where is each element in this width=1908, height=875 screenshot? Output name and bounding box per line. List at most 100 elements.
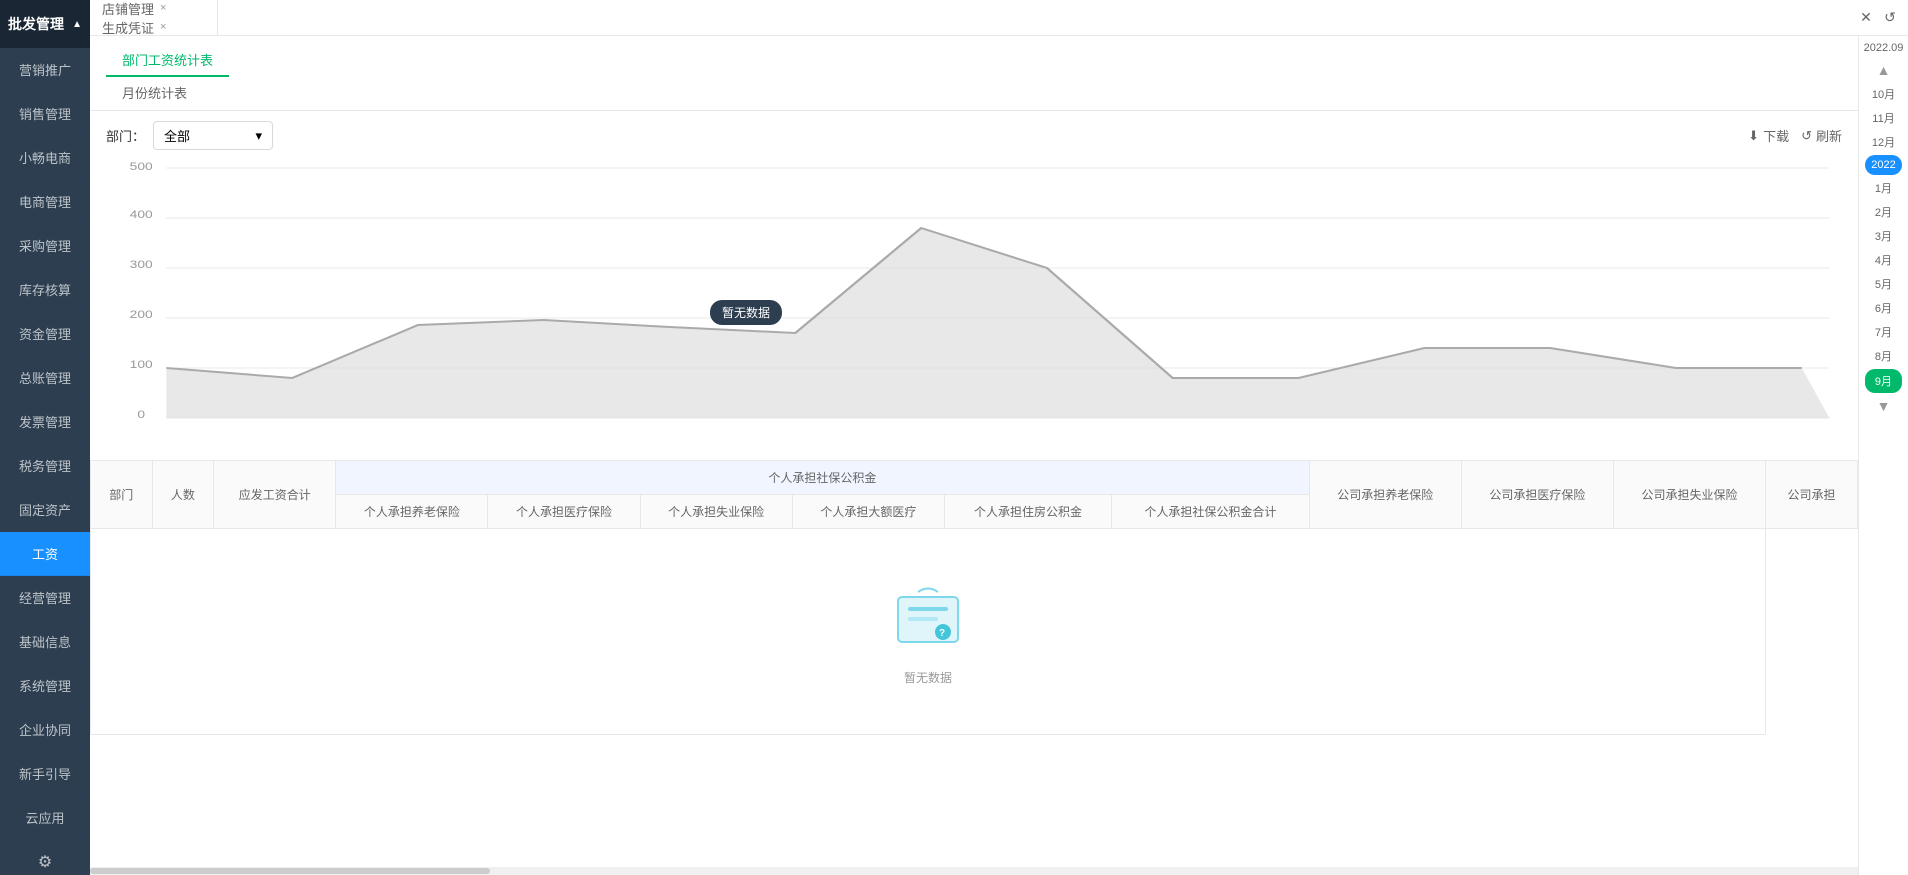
col-total-salary: 应发工资合计 [214, 461, 336, 529]
refresh-btn[interactable]: ↺ 刷新 [1801, 126, 1842, 145]
col-department: 部门 [91, 461, 153, 529]
tab-items: 首页门店商品目录×销售单×店铺管理×生成凭证×应收应付调整单×工资表×工资统计报… [90, 0, 218, 36]
sidebar-item-企业协同[interactable]: 企业协同 [0, 708, 90, 752]
sidebar-item-资金管理[interactable]: 资金管理 [0, 312, 90, 356]
department-label: 部门： [106, 126, 145, 145]
toolbar: 部门： 全部 ▾ ⬇ 下载 ↺ 刷新 [90, 111, 1858, 160]
col-personal-total: 个人承担社保公积金合计 [1112, 495, 1309, 529]
timeline-item-4月[interactable]: 4月 [1861, 248, 1905, 272]
sidebar-item-云应用[interactable]: 云应用 [0, 796, 90, 840]
tab-close-btn[interactable]: × [160, 21, 166, 33]
tab-label: 店铺管理 [102, 0, 154, 18]
scroll-thumb [90, 868, 490, 874]
sidebar-item-新手引导[interactable]: 新手引导 [0, 752, 90, 796]
sidebar-item-工资[interactable]: 工资 [0, 532, 90, 576]
sidebar-item-电商管理[interactable]: 电商管理 [0, 180, 90, 224]
svg-text:200: 200 [130, 308, 153, 320]
sidebar-header[interactable]: 批发管理 ▲ [0, 0, 90, 48]
toolbar-left: 部门： 全部 ▾ [106, 121, 273, 150]
chart-area: 500 400 300 200 100 0 [90, 160, 1858, 460]
tab-bar-end: ✕ ↺ [1848, 8, 1908, 28]
sidebar-item-营销推广[interactable]: 营销推广 [0, 48, 90, 92]
sidebar-item-库存核算[interactable]: 库存核算 [0, 268, 90, 312]
no-data-icon: ? [888, 577, 968, 657]
chart-svg: 500 400 300 200 100 0 [106, 160, 1842, 440]
sub-tab-bar: 部门工资统计表月份统计表 [90, 36, 1858, 111]
sidebar-item-发票管理[interactable]: 发票管理 [0, 400, 90, 444]
col-personal-medical: 个人承担医疗保险 [488, 495, 640, 529]
timeline-item-3月[interactable]: 3月 [1861, 224, 1905, 248]
col-company-unemployment: 公司承担失业保险 [1613, 461, 1765, 529]
main-area: 首页门店商品目录×销售单×店铺管理×生成凭证×应收应付调整单×工资表×工资统计报… [90, 0, 1908, 875]
timeline-item-2022[interactable]: 2022 [1865, 155, 1901, 175]
sidebar-item-销售管理[interactable]: 销售管理 [0, 92, 90, 136]
timeline-panel: 2022.09 ▲ 10月11月12月20221月2月3月4月5月6月7月8月9… [1858, 36, 1908, 875]
sidebar-item-基础信息[interactable]: 基础信息 [0, 620, 90, 664]
dropdown-arrow-icon: ▾ [255, 128, 262, 144]
col-company-other: 公司承担 [1766, 461, 1858, 529]
no-data-cell: ? 暂无数据 [91, 529, 1766, 735]
sub-tab-月份统计表[interactable]: 月份统计表 [106, 77, 229, 110]
timeline-item-7月[interactable]: 7月 [1861, 320, 1905, 344]
svg-text:0: 0 [137, 408, 145, 420]
download-btn[interactable]: ⬇ 下载 [1748, 126, 1789, 145]
page-content: 部门工资统计表月份统计表 部门： 全部 ▾ ⬇ 下载 [90, 36, 1908, 875]
sidebar-item-系统管理[interactable]: 系统管理 [0, 664, 90, 708]
download-label: 下载 [1763, 126, 1789, 145]
department-select[interactable]: 全部 ▾ [153, 121, 273, 150]
department-select-value: 全部 [164, 126, 190, 145]
sidebar-arrow-icon: ▲ [72, 19, 82, 30]
tab-生成凭证[interactable]: 生成凭证 × [90, 18, 218, 37]
timeline-item-1月[interactable]: 1月 [1861, 176, 1905, 200]
sidebar-item-税务管理[interactable]: 税务管理 [0, 444, 90, 488]
col-group-personal: 个人承担社保公积金 [336, 461, 1309, 495]
sub-tabs: 部门工资统计表月份统计表 [106, 44, 229, 110]
sidebar-settings-btn[interactable]: ⚙ [0, 840, 90, 875]
sidebar-item-固定资产[interactable]: 固定资产 [0, 488, 90, 532]
timeline-item-10月[interactable]: 10月 [1861, 82, 1905, 106]
refresh-label: 刷新 [1816, 126, 1842, 145]
timeline-item-9月[interactable]: 9月 [1865, 369, 1901, 393]
sidebar-item-采购管理[interactable]: 采购管理 [0, 224, 90, 268]
timeline-item-8月[interactable]: 8月 [1861, 344, 1905, 368]
col-company-medical: 公司承担医疗保险 [1461, 461, 1613, 529]
col-personal-pension: 个人承担养老保险 [336, 495, 488, 529]
col-personal-large-medical: 个人承担大额医疗 [792, 495, 944, 529]
sidebar-item-经营管理[interactable]: 经营管理 [0, 576, 90, 620]
timeline-item-12月[interactable]: 12月 [1861, 130, 1905, 154]
timeline-item-11月[interactable]: 11月 [1861, 106, 1905, 130]
timeline-up-btn[interactable]: ▲ [1873, 58, 1895, 82]
sub-tab-部门工资统计表[interactable]: 部门工资统计表 [106, 44, 229, 77]
horizontal-scrollbar[interactable] [90, 867, 1858, 875]
inner-content: 部门工资统计表月份统计表 部门： 全部 ▾ ⬇ 下载 [90, 36, 1858, 875]
timeline-down-btn[interactable]: ▼ [1873, 394, 1895, 418]
tab-bar: 首页门店商品目录×销售单×店铺管理×生成凭证×应收应付调整单×工资表×工资统计报… [90, 0, 1908, 36]
tab-店铺管理[interactable]: 店铺管理 × [90, 0, 218, 18]
no-data-container: ? 暂无数据 [103, 537, 1753, 726]
timeline-item-6月[interactable]: 6月 [1861, 296, 1905, 320]
sidebar-item-总账管理[interactable]: 总账管理 [0, 356, 90, 400]
svg-text:300: 300 [130, 258, 153, 270]
timeline-item-2月[interactable]: 2月 [1861, 200, 1905, 224]
timeline-item-5月[interactable]: 5月 [1861, 272, 1905, 296]
sidebar-item-小畅电商[interactable]: 小畅电商 [0, 136, 90, 180]
no-data-text: 暂无数据 [904, 669, 952, 686]
svg-text:500: 500 [130, 160, 153, 172]
col-people: 人数 [152, 461, 214, 529]
col-personal-unemployment: 个人承担失业保险 [640, 495, 792, 529]
col-company-pension: 公司承担养老保险 [1309, 461, 1461, 529]
tab-label: 生成凭证 [102, 18, 154, 37]
close-all-btn[interactable]: ✕ [1856, 8, 1876, 28]
timeline-year-label: 2022.09 [1860, 40, 1908, 56]
tab-close-btn[interactable]: × [160, 2, 166, 14]
svg-text:100: 100 [130, 358, 153, 370]
data-table: 部门 人数 应发工资合计 个人承担社保公积金 公司承担养老保险 公司承担医疗保险… [90, 460, 1858, 735]
sidebar-items: 营销推广销售管理小畅电商电商管理采购管理库存核算资金管理总账管理发票管理税务管理… [0, 48, 90, 840]
toolbar-right: ⬇ 下载 ↺ 刷新 [1748, 126, 1842, 145]
svg-text:400: 400 [130, 208, 153, 220]
table-wrapper[interactable]: 部门 人数 应发工资合计 个人承担社保公积金 公司承担养老保险 公司承担医疗保险… [90, 460, 1858, 867]
refresh-all-btn[interactable]: ↺ [1880, 8, 1900, 28]
refresh-icon: ↺ [1801, 128, 1812, 144]
sidebar: 批发管理 ▲ 营销推广销售管理小畅电商电商管理采购管理库存核算资金管理总账管理发… [0, 0, 90, 875]
svg-text:?: ? [939, 628, 945, 639]
